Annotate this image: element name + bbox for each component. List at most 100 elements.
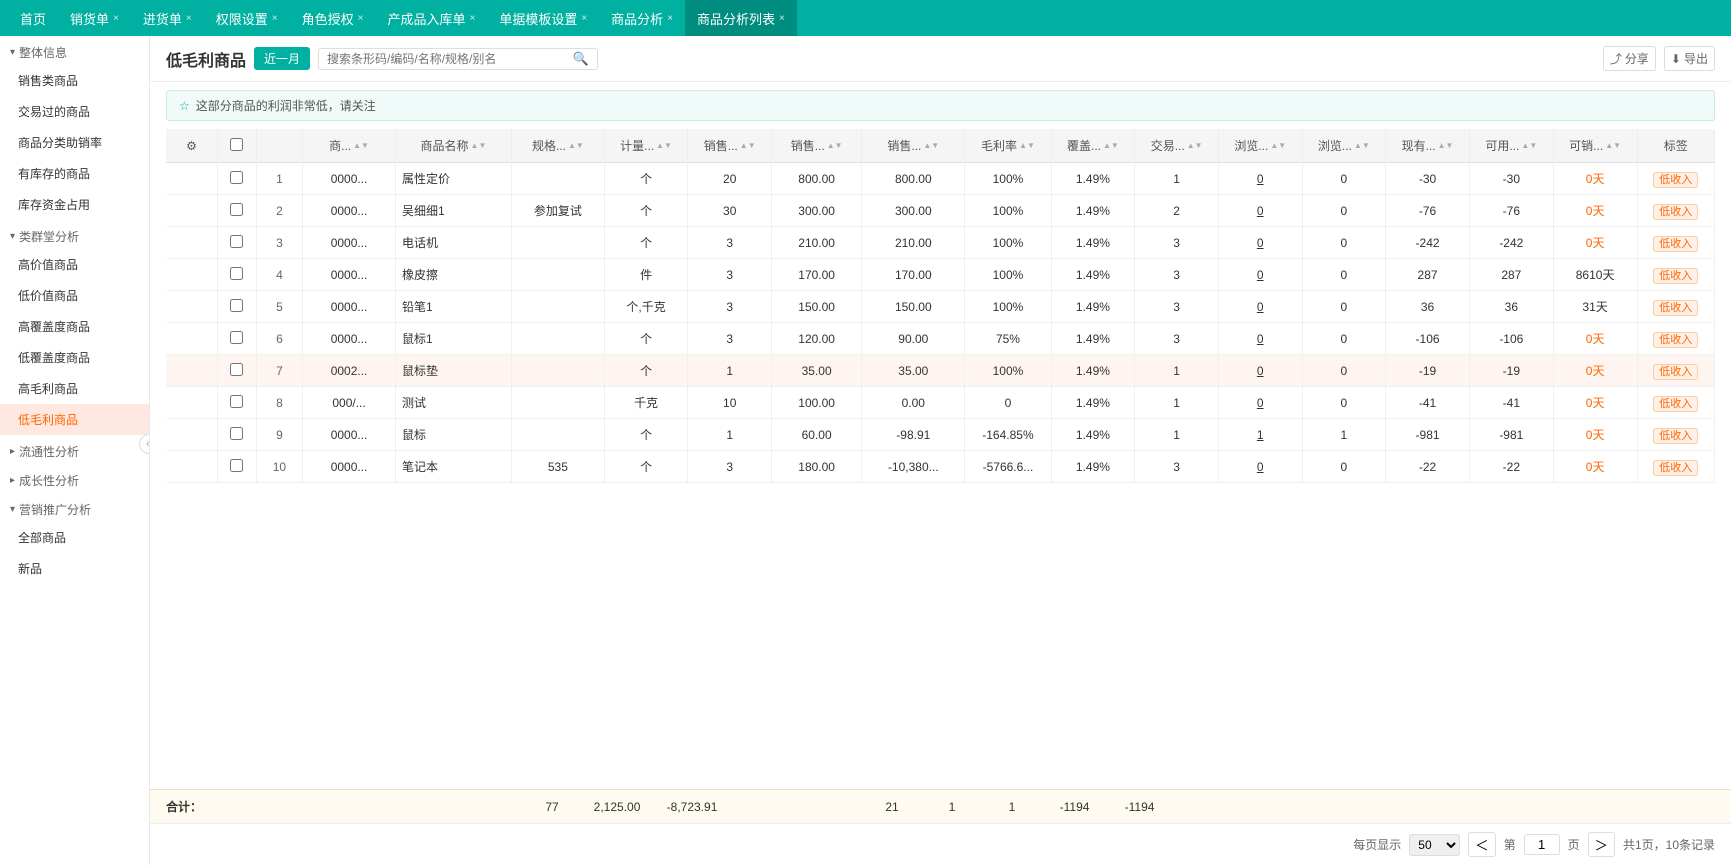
row-checkbox[interactable]	[230, 427, 243, 440]
col-header-sales-amount[interactable]: 销售... ▲▼	[862, 129, 965, 163]
sidebar-item-new-products[interactable]: 新品	[0, 553, 149, 584]
table-row: 4 0000... 橡皮擦 件 3 170.00 170.00 100% 1.4…	[166, 259, 1715, 291]
sidebar-item-all-products[interactable]: 全部商品	[0, 522, 149, 553]
row-checkbox[interactable]	[230, 299, 243, 312]
sidebar-item-high-margin[interactable]: 高毛利商品	[0, 373, 149, 404]
col-header-spec[interactable]: 规格... ▲▼	[511, 129, 604, 163]
sidebar-section-overview[interactable]: ▾ 整体信息	[0, 36, 149, 65]
nav-product-analysis[interactable]: 商品分析 ×	[599, 0, 685, 36]
row-checkbox[interactable]	[230, 203, 243, 216]
nav-home[interactable]: 首页	[8, 0, 58, 36]
sort-arrows-sales-price[interactable]: ▲▼	[827, 142, 843, 150]
close-icon[interactable]: ×	[667, 13, 673, 24]
next-page-button[interactable]: ＞	[1588, 832, 1615, 857]
sort-arrows-unit[interactable]: ▲▼	[656, 142, 672, 150]
close-icon[interactable]: ×	[469, 13, 475, 24]
col-header-code[interactable]: 商... ▲▼	[303, 129, 396, 163]
sort-arrows-gross-margin[interactable]: ▲▼	[1019, 142, 1035, 150]
sidebar-section-marketing[interactable]: ▾ 营销推广分析	[0, 493, 149, 522]
sidebar-section-growth[interactable]: ▸ 成长性分析	[0, 464, 149, 493]
select-all-checkbox[interactable]	[230, 138, 243, 151]
nav-product-analysis-list[interactable]: 商品分析列表 ×	[685, 0, 797, 36]
row-checkbox[interactable]	[230, 331, 243, 344]
col-header-sales-qty[interactable]: 销售... ▲▼	[688, 129, 772, 163]
col-header-browse1[interactable]: 浏览... ▲▼	[1218, 129, 1302, 163]
sidebar-item-traded-products[interactable]: 交易过的商品	[0, 96, 149, 127]
sort-arrows-cover-rate[interactable]: ▲▼	[1103, 142, 1119, 150]
col-header-transaction[interactable]: 交易... ▲▼	[1135, 129, 1219, 163]
col-header-sales-price[interactable]: 销售... ▲▼	[772, 129, 862, 163]
cell-available: -76	[1469, 195, 1553, 227]
col-header-saleable[interactable]: 可销... ▲▼	[1553, 129, 1637, 163]
nav-permission-settings[interactable]: 权限设置 ×	[204, 0, 290, 36]
sort-arrows-stock[interactable]: ▲▼	[1438, 142, 1454, 150]
cell-browse1: 0	[1218, 387, 1302, 419]
sort-arrows-transaction[interactable]: ▲▼	[1187, 142, 1203, 150]
sort-arrows-browse2[interactable]: ▲▼	[1354, 142, 1370, 150]
row-checkbox[interactable]	[230, 171, 243, 184]
col-header-unit[interactable]: 计量... ▲▼	[604, 129, 688, 163]
row-checkbox[interactable]	[230, 395, 243, 408]
export-button[interactable]: ⬇ 导出	[1664, 46, 1715, 71]
sort-arrows-code[interactable]: ▲▼	[353, 142, 369, 150]
nav-role-auth[interactable]: 角色授权 ×	[290, 0, 376, 36]
cell-settings	[166, 419, 218, 451]
nav-template-settings[interactable]: 单据模板设置 ×	[487, 0, 599, 36]
cell-gross-margin: 100%	[965, 195, 1051, 227]
col-header-available[interactable]: 可用... ▲▼	[1469, 129, 1553, 163]
nav-sales-order[interactable]: 销货单 ×	[58, 0, 131, 36]
cell-cover-rate: 1.49%	[1051, 163, 1135, 195]
page-size-select[interactable]: 50 100 200	[1409, 834, 1460, 856]
sidebar-item-high-coverage[interactable]: 高覆盖度商品	[0, 311, 149, 342]
total-sales-price: 2,125.00	[582, 800, 652, 814]
close-icon[interactable]: ×	[113, 13, 119, 24]
page-number-input[interactable]	[1524, 834, 1560, 855]
close-icon[interactable]: ×	[186, 13, 192, 24]
sidebar-item-inventory-capital[interactable]: 库存资金占用	[0, 189, 149, 220]
cell-name: 鼠标1	[395, 323, 511, 355]
row-checkbox[interactable]	[230, 235, 243, 248]
cell-check	[218, 451, 257, 483]
close-icon[interactable]: ×	[358, 13, 364, 24]
sidebar-item-in-stock-products[interactable]: 有库存的商品	[0, 158, 149, 189]
sort-arrows-saleable[interactable]: ▲▼	[1605, 142, 1621, 150]
sort-arrows-browse1[interactable]: ▲▼	[1270, 142, 1286, 150]
sidebar-item-sales-products[interactable]: 销售类商品	[0, 65, 149, 96]
settings-icon[interactable]: ⚙	[186, 139, 197, 153]
sort-arrows-sales-amount[interactable]: ▲▼	[923, 142, 939, 150]
close-icon[interactable]: ×	[272, 13, 278, 24]
search-input[interactable]	[327, 52, 573, 66]
sort-arrows-available[interactable]: ▲▼	[1521, 142, 1537, 150]
sort-arrows-spec[interactable]: ▲▼	[568, 142, 584, 150]
close-icon[interactable]: ×	[779, 13, 785, 24]
sort-arrows-name[interactable]: ▲▼	[471, 142, 487, 150]
prev-page-button[interactable]: ＜	[1468, 832, 1495, 857]
col-header-cover-rate[interactable]: 覆盖... ▲▼	[1051, 129, 1135, 163]
col-header-tag[interactable]: 标签	[1637, 129, 1715, 163]
sort-arrows-sales-qty[interactable]: ▲▼	[740, 142, 756, 150]
nav-purchase-order[interactable]: 进货单 ×	[131, 0, 204, 36]
search-icon[interactable]: 🔍	[573, 51, 589, 67]
sidebar-item-low-coverage[interactable]: 低覆盖度商品	[0, 342, 149, 373]
col-header-gross-margin[interactable]: 毛利率 ▲▼	[965, 129, 1051, 163]
col-header-browse2[interactable]: 浏览... ▲▼	[1302, 129, 1386, 163]
table-row: 8 000/... 测试 千克 10 100.00 0.00 0 1.49% 1…	[166, 387, 1715, 419]
nav-product-inbound[interactable]: 产成品入库单 ×	[375, 0, 487, 36]
row-checkbox[interactable]	[230, 459, 243, 472]
sidebar-section-cluster[interactable]: ▾ 类群堂分析	[0, 220, 149, 249]
sidebar-item-category-sales-rate[interactable]: 商品分类助销率	[0, 127, 149, 158]
row-checkbox[interactable]	[230, 363, 243, 376]
sidebar-section-flow[interactable]: ▸ 流通性分析	[0, 435, 149, 464]
cell-browse2: 0	[1302, 451, 1386, 483]
close-icon[interactable]: ×	[581, 13, 587, 24]
col-header-name[interactable]: 商品名称 ▲▼	[395, 129, 511, 163]
share-button[interactable]: ⤴ 分享	[1603, 46, 1656, 71]
sidebar-item-low-margin[interactable]: 低毛利商品	[0, 404, 149, 435]
total-browse1: 1	[922, 800, 982, 814]
sidebar-item-high-value[interactable]: 高价值商品	[0, 249, 149, 280]
col-header-stock[interactable]: 现有... ▲▼	[1386, 129, 1470, 163]
col-header-settings[interactable]: ⚙	[166, 129, 218, 163]
time-filter-button[interactable]: 近一月	[254, 47, 310, 70]
row-checkbox[interactable]	[230, 267, 243, 280]
sidebar-item-low-value[interactable]: 低价值商品	[0, 280, 149, 311]
